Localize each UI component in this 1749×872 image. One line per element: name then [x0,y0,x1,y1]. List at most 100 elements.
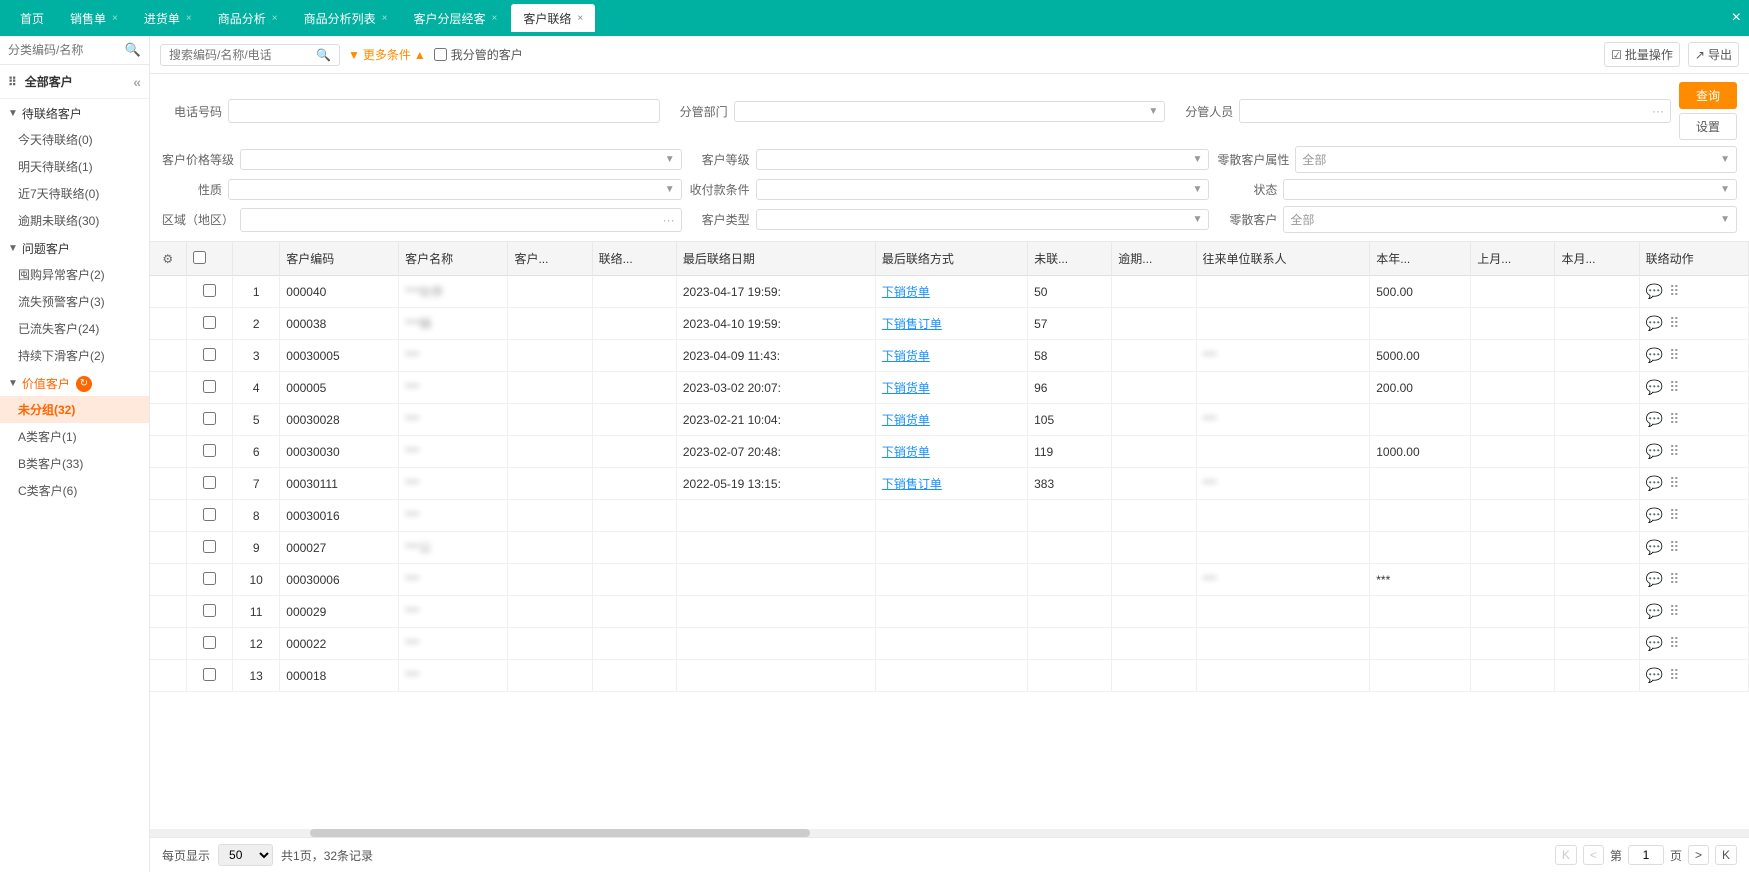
search-input[interactable] [169,48,312,62]
tab-purchase[interactable]: 进货单 × [132,4,204,32]
sidebar-section-problem[interactable]: ▼ 问题客户 [0,234,149,261]
last-contact-link[interactable]: 下销货单 [882,413,930,427]
more-icon[interactable]: ⠿ [1669,475,1679,492]
sidebar-item-churned[interactable]: 已流失客户(24) [0,315,149,342]
field-region-select[interactable]: ··· [240,208,682,232]
reset-button[interactable]: 设置 [1679,113,1737,140]
more-filters-button[interactable]: ▼ 更多条件 ▲ [348,46,426,63]
close-icon[interactable]: × [577,13,583,24]
more-icon[interactable]: ⠿ [1669,571,1679,588]
tab-analysis[interactable]: 商品分析 × [206,4,290,32]
field-dept-select[interactable]: ▼ [734,101,1166,122]
sidebar-item-declining[interactable]: 持续下滑客户(2) [0,342,149,369]
sidebar-item-class-b[interactable]: B类客户(33) [0,450,149,477]
sidebar-item-class-c[interactable]: C类客户(6) [0,477,149,504]
search-icon[interactable]: 🔍 [125,42,141,58]
tab-customer-contact[interactable]: 客户联络 × [511,4,595,32]
contact-icon[interactable]: 💬 [1646,603,1663,620]
sidebar-item-abnormal[interactable]: 囤购异常客户(2) [0,261,149,288]
row-checkbox[interactable] [186,308,233,340]
field-nature-select[interactable]: ▼ [228,179,682,200]
my-customers-check[interactable] [434,48,447,61]
select-all-checkbox[interactable] [193,251,206,264]
field-manager-select[interactable]: ··· [1239,99,1671,123]
row-check[interactable] [203,508,216,521]
row-last-contact-method[interactable] [875,532,1027,564]
sidebar-section-value[interactable]: ▼ 价值客户 ↻ [0,369,149,396]
row-last-contact-method[interactable]: 下销货单 [875,372,1027,404]
contact-icon[interactable]: 💬 [1646,283,1663,300]
contact-icon[interactable]: 💬 [1646,667,1663,684]
page-number-input[interactable] [1628,845,1664,865]
row-checkbox[interactable] [186,436,233,468]
row-last-contact-method[interactable] [875,660,1027,692]
row-last-contact-method[interactable] [875,564,1027,596]
contact-icon[interactable]: 💬 [1646,347,1663,364]
contact-icon[interactable]: 💬 [1646,635,1663,652]
close-icon[interactable]: × [112,13,118,24]
row-last-contact-method[interactable] [875,628,1027,660]
next-page-button[interactable]: > [1688,845,1709,865]
row-checkbox[interactable] [186,404,233,436]
more-icon[interactable]: ⠿ [1669,315,1679,332]
contact-icon[interactable]: 💬 [1646,411,1663,428]
per-page-select[interactable]: 50 100 200 [218,844,273,866]
last-contact-link[interactable]: 下销售订单 [882,317,942,331]
close-all-button[interactable]: × [1732,10,1741,26]
row-last-contact-method[interactable]: 下销货单 [875,436,1027,468]
field-phone-input[interactable] [228,99,660,123]
more-icon[interactable]: ⠿ [1669,667,1679,684]
contact-icon[interactable]: 💬 [1646,379,1663,396]
close-icon[interactable]: × [186,13,192,24]
row-check[interactable] [203,284,216,297]
row-last-contact-method[interactable]: 下销货单 [875,404,1027,436]
collapse-icon[interactable]: « [133,74,141,90]
contact-icon[interactable]: 💬 [1646,475,1663,492]
sidebar-item-unclassified[interactable]: 未分组(32) [0,396,149,423]
th-checkbox[interactable] [186,242,233,276]
more-icon[interactable]: ⠿ [1669,283,1679,300]
tab-sales[interactable]: 销售单 × [58,4,130,32]
sidebar-item-7days[interactable]: 近7天待联络(0) [0,180,149,207]
contact-icon[interactable]: 💬 [1646,507,1663,524]
row-checkbox[interactable] [186,564,233,596]
batch-ops-button[interactable]: ☑ 批量操作 [1604,42,1680,67]
row-checkbox[interactable] [186,660,233,692]
contact-icon[interactable]: 💬 [1646,315,1663,332]
row-check[interactable] [203,604,216,617]
last-contact-link[interactable]: 下销售订单 [882,477,942,491]
last-contact-link[interactable]: 下销货单 [882,349,930,363]
export-button[interactable]: ↗ 导出 [1688,42,1739,67]
query-button[interactable]: 查询 [1679,82,1737,109]
sidebar-section-pending[interactable]: ▼ 待联络客户 [0,99,149,126]
row-check[interactable] [203,348,216,361]
sidebar-item-today[interactable]: 今天待联络(0) [0,126,149,153]
tab-customer-tier[interactable]: 客户分层经客 × [401,4,509,32]
more-icon[interactable]: ⠿ [1669,507,1679,524]
horizontal-scrollbar[interactable] [150,829,1749,837]
more-icon[interactable]: ⠿ [1669,635,1679,652]
row-last-contact-method[interactable]: 下销货单 [875,276,1027,308]
more-icon[interactable]: ⠿ [1669,379,1679,396]
row-checkbox[interactable] [186,276,233,308]
scrollbar-thumb[interactable] [310,829,810,837]
th-settings[interactable]: ⚙ [150,242,186,276]
row-checkbox[interactable] [186,340,233,372]
sidebar-all-customers[interactable]: ⠿ 全部客户 « [0,65,149,99]
my-customers-checkbox[interactable]: 我分管的客户 [434,46,523,63]
more-icon[interactable]: ⠿ [1669,347,1679,364]
row-check[interactable] [203,540,216,553]
row-checkbox[interactable] [186,372,233,404]
more-icon[interactable]: ⠿ [1669,443,1679,460]
row-check[interactable] [203,316,216,329]
row-check[interactable] [203,572,216,585]
search-box[interactable]: 🔍 [160,44,340,66]
sidebar-item-class-a[interactable]: A类客户(1) [0,423,149,450]
row-checkbox[interactable] [186,596,233,628]
prev-page-button[interactable]: < [1583,845,1604,865]
last-page-button[interactable]: K [1715,845,1737,865]
row-last-contact-method[interactable]: 下销货单 [875,340,1027,372]
last-contact-link[interactable]: 下销货单 [882,445,930,459]
last-contact-link[interactable]: 下销货单 [882,285,930,299]
sidebar-item-overdue[interactable]: 逾期未联络(30) [0,207,149,234]
